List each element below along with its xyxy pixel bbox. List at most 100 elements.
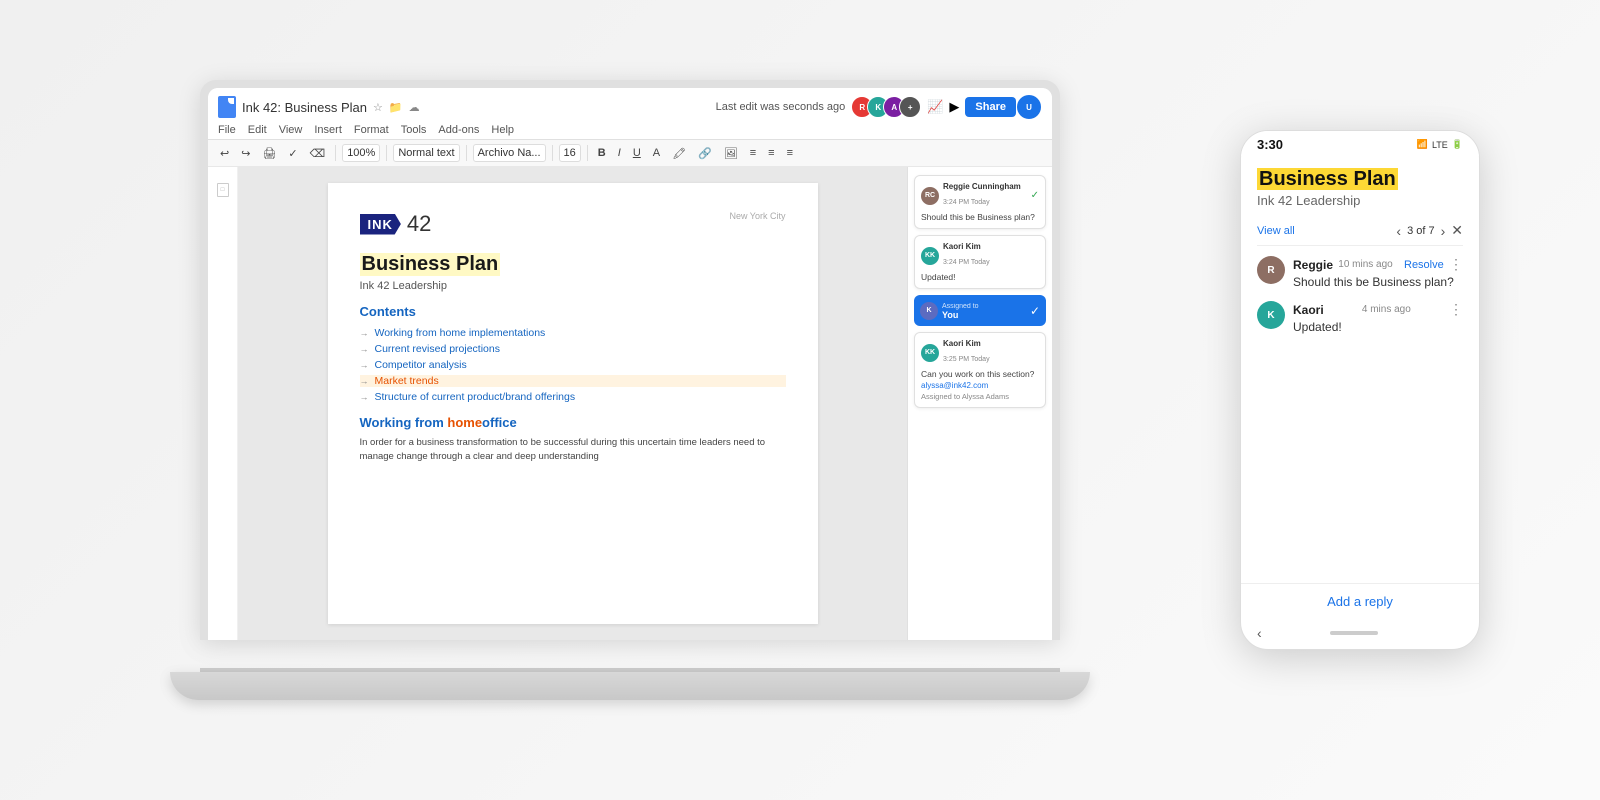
comment-link[interactable]: alyssa@ink42.com	[921, 381, 1039, 390]
menu-addons[interactable]: Add-ons	[438, 124, 479, 136]
menu-tools[interactable]: Tools	[401, 124, 427, 136]
phone-comment-author-1: Reggie	[1293, 258, 1333, 272]
battery-icon: 🔋	[1452, 139, 1463, 150]
toolbar-separator-5	[587, 145, 588, 161]
phone-comment-1: R Reggie 10 mins ago Resolve ⋮ Should th…	[1257, 256, 1463, 289]
docs-toolbar: ↩ ↪ 🖨 ✓ ⌫ 100% Normal text Archivo Na...…	[208, 140, 1052, 167]
assign-check-icon[interactable]: ✓	[1030, 304, 1040, 318]
bold-button[interactable]: B	[594, 145, 610, 161]
comment-text-2: Updated!	[921, 272, 1039, 282]
comment-card-1[interactable]: RC Reggie Cunningham 3:24 PM Today ✓ Sho…	[914, 175, 1046, 229]
comment-author-1: Reggie Cunningham	[943, 182, 1027, 191]
comment-card-2[interactable]: KK Kaori Kim 3:24 PM Today Updated!	[914, 235, 1046, 289]
color-button[interactable]: A	[649, 145, 664, 161]
docs-icon	[218, 96, 236, 118]
align-center-button[interactable]: ≡	[764, 145, 778, 161]
folder-icon[interactable]: 📁	[389, 101, 403, 114]
phone-status-bar: 3:30 📶 LTE 🔋	[1241, 131, 1479, 156]
phone-title-highlight: Business Plan	[1257, 168, 1398, 190]
next-comment-button[interactable]: ›	[1441, 223, 1446, 239]
menu-view[interactable]: View	[279, 124, 303, 136]
doc-subtitle: Ink 42 Leadership	[360, 280, 786, 292]
star-icon[interactable]: ☆	[373, 101, 383, 114]
comment-time-2: 3:24 PM Today	[943, 259, 990, 266]
home-indicator[interactable]	[1330, 631, 1378, 635]
laptop: Ink 42: Business Plan ☆ 📁 ☁ Last edit wa…	[200, 80, 1100, 720]
comment-header-2: KK Kaori Kim 3:24 PM Today	[921, 242, 1039, 269]
phone-comment-2: K Kaori 4 mins ago ⋮ Updated!	[1257, 301, 1463, 334]
style-select[interactable]: Normal text	[393, 144, 459, 162]
toolbar-separator-3	[466, 145, 467, 161]
comment-avatar-4: KK	[921, 344, 939, 362]
phone-status-icons: 📶 LTE 🔋	[1417, 139, 1463, 150]
menu-format[interactable]: Format	[354, 124, 389, 136]
comment-assign-card[interactable]: K Assigned to You ✓	[914, 295, 1046, 326]
user-avatar[interactable]: U	[1016, 94, 1042, 120]
graph-icon[interactable]: 📈	[927, 99, 943, 115]
comment-meta-1: Reggie Cunningham 3:24 PM Today	[943, 182, 1027, 209]
menu-file[interactable]: File	[218, 124, 236, 136]
more-options-icon-2[interactable]: ⋮	[1449, 301, 1463, 318]
comment-meta-2: Kaori Kim 3:24 PM Today	[943, 242, 1039, 269]
comment-header-4: KK Kaori Kim 3:25 PM Today	[921, 339, 1039, 366]
section-title: Working from homeoffice	[360, 415, 786, 430]
link-button[interactable]: 🔗	[694, 145, 716, 162]
signal-icon: LTE	[1432, 140, 1448, 150]
present-icon[interactable]: ▶	[949, 99, 959, 115]
list-item-3: Competitor analysis	[360, 359, 786, 371]
menu-edit[interactable]: Edit	[248, 124, 267, 136]
phone-reply-area[interactable]: Add a reply	[1241, 583, 1479, 619]
contents-heading: Contents	[360, 304, 786, 319]
section-title-highlight: home	[447, 415, 482, 430]
italic-button[interactable]: I	[614, 145, 625, 161]
scene: Ink 42: Business Plan ☆ 📁 ☁ Last edit wa…	[0, 0, 1600, 800]
docs-page[interactable]: INK 42 New York City Business Plan Ink 4…	[328, 183, 818, 624]
print-button[interactable]: 🖨	[258, 145, 280, 162]
phone-comment-text-1: Should this be Business plan?	[1293, 275, 1463, 289]
phone-avatar-1: R	[1257, 256, 1285, 284]
size-select[interactable]: 16	[559, 144, 581, 162]
phone-time: 3:30	[1257, 137, 1283, 152]
phone-comment-content-1: Reggie 10 mins ago Resolve ⋮ Should this…	[1293, 256, 1463, 289]
phone-nav-controls: ‹ 3 of 7 › ✕	[1396, 222, 1463, 239]
last-edit-label: Last edit was seconds ago	[716, 99, 846, 116]
prev-comment-button[interactable]: ‹	[1396, 223, 1401, 239]
comments-panel: RC Reggie Cunningham 3:24 PM Today ✓ Sho…	[907, 167, 1052, 640]
view-all-button[interactable]: View all	[1257, 225, 1295, 237]
menu-insert[interactable]: Insert	[314, 124, 342, 136]
paint-button[interactable]: ⌫	[306, 145, 330, 162]
highlight-button[interactable]: 🖍	[668, 145, 690, 162]
align-right-button[interactable]: ≡	[783, 145, 797, 161]
toolbar-separator-4	[552, 145, 553, 161]
wifi-icon: 📶	[1417, 139, 1428, 150]
resolve-button[interactable]: Resolve	[1404, 259, 1444, 271]
docs-page-area[interactable]: INK 42 New York City Business Plan Ink 4…	[238, 167, 907, 640]
spellcheck-button[interactable]: ✓	[284, 145, 301, 162]
font-select[interactable]: Archivo Na...	[473, 144, 546, 162]
laptop-base	[170, 672, 1090, 700]
image-button[interactable]: 🖼	[720, 145, 742, 162]
doc-location: New York City	[729, 211, 785, 221]
share-button[interactable]: Share	[965, 97, 1016, 117]
comment-counter: 3 of 7	[1407, 225, 1435, 237]
undo-button[interactable]: ↩	[216, 145, 233, 162]
underline-button[interactable]: U	[629, 145, 645, 161]
comment-meta-4: Kaori Kim 3:25 PM Today	[943, 339, 1039, 366]
back-arrow[interactable]: ‹	[1257, 625, 1262, 641]
cloud-icon[interactable]: ☁	[409, 101, 420, 114]
phone-comment-time-1: 10 mins ago	[1338, 259, 1392, 270]
docs-header: Ink 42: Business Plan ☆ 📁 ☁ Last edit wa…	[208, 88, 1052, 140]
align-left-button[interactable]: ≡	[746, 145, 760, 161]
comment-text-1: Should this be Business plan?	[921, 212, 1039, 222]
add-reply-button[interactable]: Add a reply	[1327, 594, 1393, 609]
zoom-select[interactable]: 100%	[342, 144, 380, 162]
phone-comment-time-2: 4 mins ago	[1362, 304, 1411, 315]
comment-card-4[interactable]: KK Kaori Kim 3:25 PM Today Can you work …	[914, 332, 1046, 408]
docs-title-bar: Ink 42: Business Plan ☆ 📁 ☁ Last edit wa…	[218, 94, 1042, 120]
more-options-icon-1[interactable]: ⋮	[1449, 256, 1463, 273]
menu-help[interactable]: Help	[491, 124, 514, 136]
redo-button[interactable]: ↪	[237, 145, 254, 162]
docs-filename[interactable]: Ink 42: Business Plan	[242, 100, 367, 115]
close-comments-button[interactable]: ✕	[1451, 222, 1463, 239]
doc-title[interactable]: Business Plan	[360, 253, 501, 276]
